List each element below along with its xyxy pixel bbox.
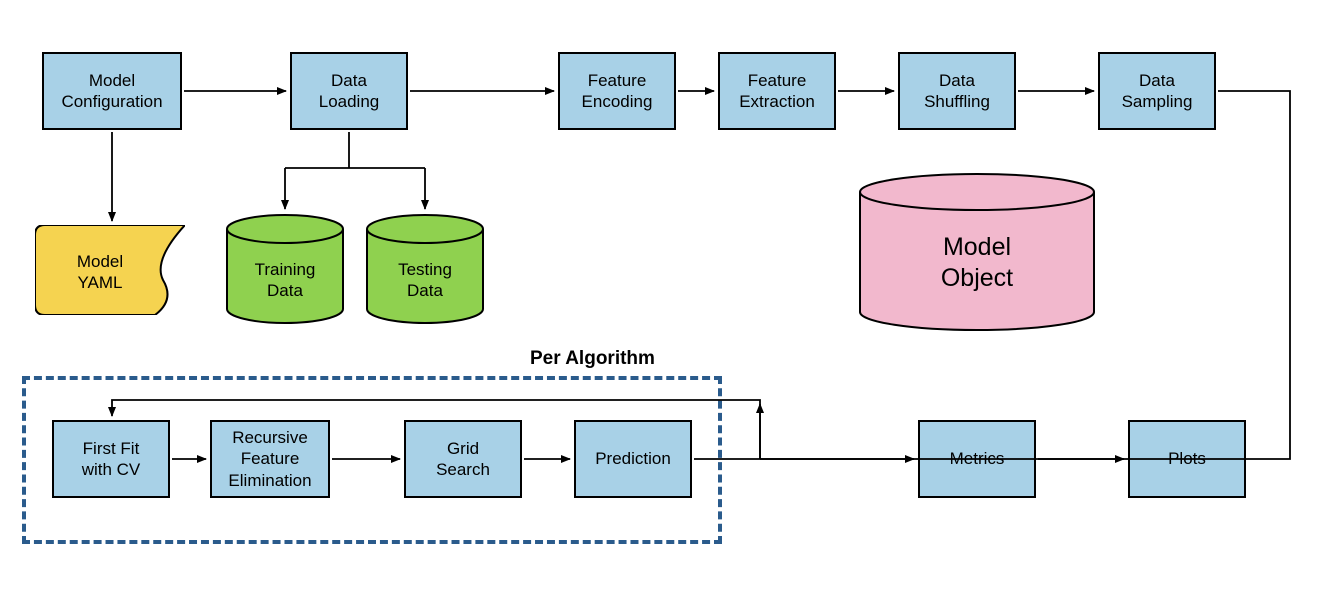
per-algorithm-title: Per Algorithm <box>530 348 655 370</box>
model-object-db: ModelObject <box>858 172 1096 332</box>
model-yaml-label: ModelYAML <box>25 251 175 294</box>
training-data-db: TrainingData <box>225 213 345 325</box>
data-loading-box: DataLoading <box>290 52 408 130</box>
plots-label: Plots <box>1168 448 1206 469</box>
data-shuffling-box: DataShuffling <box>898 52 1016 130</box>
data-sampling-box: DataSampling <box>1098 52 1216 130</box>
prediction-label: Prediction <box>595 448 671 469</box>
metrics-label: Metrics <box>950 448 1005 469</box>
training-data-label: TrainingData <box>225 259 345 302</box>
model-configuration-label: ModelConfiguration <box>61 70 162 113</box>
model-yaml-doc: ModelYAML <box>35 225 185 315</box>
testing-data-label: TestingData <box>365 259 485 302</box>
model-configuration-box: ModelConfiguration <box>42 52 182 130</box>
data-sampling-label: DataSampling <box>1122 70 1193 113</box>
data-loading-label: DataLoading <box>319 70 380 113</box>
plots-box: Plots <box>1128 420 1246 498</box>
rfe-label: RecursiveFeatureElimination <box>228 427 311 491</box>
data-shuffling-label: DataShuffling <box>924 70 990 113</box>
prediction-box: Prediction <box>574 420 692 498</box>
rfe-box: RecursiveFeatureElimination <box>210 420 330 498</box>
feature-extraction-box: FeatureExtraction <box>718 52 836 130</box>
first-fit-box: First Fitwith CV <box>52 420 170 498</box>
feature-encoding-box: FeatureEncoding <box>558 52 676 130</box>
feature-extraction-label: FeatureExtraction <box>739 70 815 113</box>
feature-encoding-label: FeatureEncoding <box>582 70 653 113</box>
model-object-label: ModelObject <box>858 232 1096 295</box>
metrics-box: Metrics <box>918 420 1036 498</box>
grid-search-box: GridSearch <box>404 420 522 498</box>
testing-data-db: TestingData <box>365 213 485 325</box>
grid-search-label: GridSearch <box>436 438 490 481</box>
first-fit-label: First Fitwith CV <box>82 438 141 481</box>
